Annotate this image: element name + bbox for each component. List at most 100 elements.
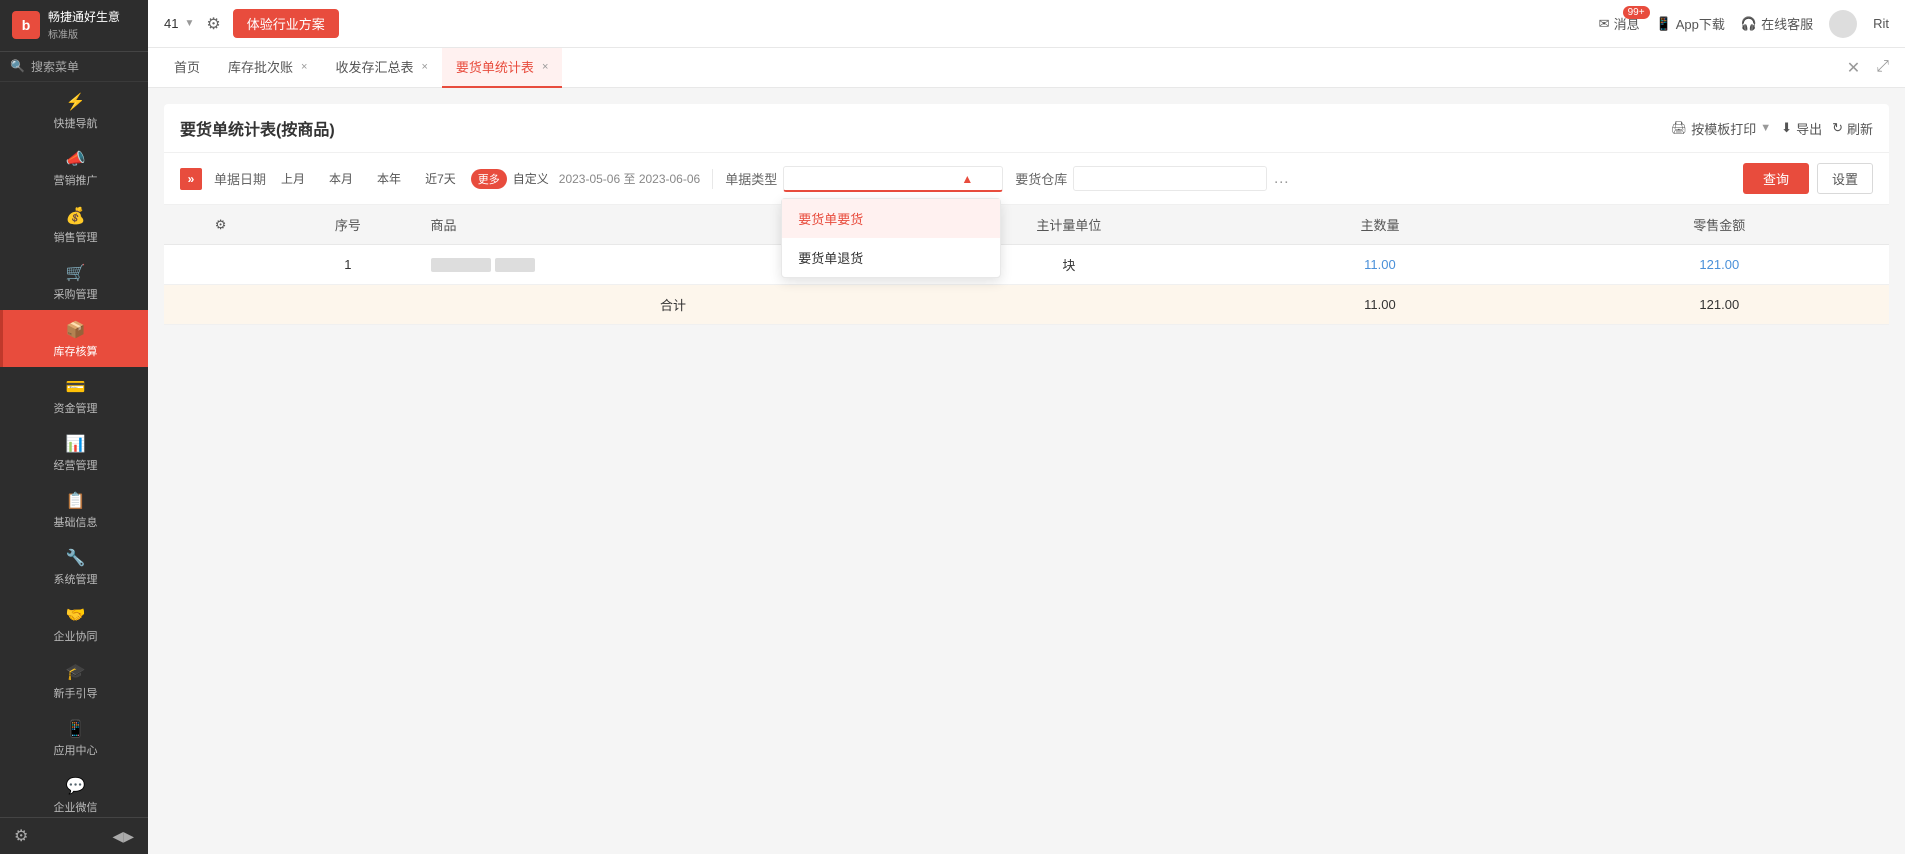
tab-receive-summary-close[interactable]: × [421,61,427,73]
date-custom-btn[interactable]: 自定义 [513,170,549,187]
sidebar-item-label: 企业协同 [54,628,98,644]
sidebar-item-operations[interactable]: 📊 经营管理 [0,424,148,481]
date-this-month-btn[interactable]: 本月 [320,167,362,190]
sidebar-item-enterprise[interactable]: 🤝 企业协同 [0,595,148,652]
sidebar-item-inventory[interactable]: 📦 库存核算 [0,310,148,367]
summary-amount: 121.00 [1550,285,1889,325]
expand-tab-btn[interactable]: ⤢ [1872,54,1893,82]
tab-receive-summary[interactable]: 收发存汇总表 × [321,48,441,88]
tab-home-label: 首页 [174,57,200,76]
settings-icon[interactable]: ⚙ [14,826,28,846]
summary-settings [164,285,277,325]
summary-quantity: 11.00 [1210,285,1549,325]
header-left: 41 ▼ ⚙ 体验行业方案 [164,9,339,38]
filter-date-group: 单据日期 上月 本月 本年 近7天 更多 自定义 2023-05-06 至 20… [214,167,700,190]
online-service-btn[interactable]: 🎧 在线客服 [1741,14,1813,33]
filter-bar: » 单据日期 上月 本月 本年 近7天 更多 自定义 2023-05-06 至 … [164,153,1889,205]
filter-type-group: 单据类型 ▲ 要货单要货 要货单退货 [725,166,1003,192]
sidebar-item-basic-info[interactable]: 📋 基础信息 [0,481,148,538]
header-gear-icon[interactable]: ⚙ [206,14,220,34]
top-header: 41 ▼ ⚙ 体验行业方案 ✉ 消息 99+ 📱 App下载 🎧 在线客服 Ri… [148,0,1905,48]
sidebar-item-purchase[interactable]: 🛒 采购管理 [0,253,148,310]
date-this-year-btn[interactable]: 本年 [368,167,410,190]
date-more-btn[interactable]: 更多 [471,169,507,189]
col-qty: 主数量 [1210,205,1549,245]
type-filter-chevron-icon: ▲ [961,172,973,186]
message-icon: ✉ [1599,16,1610,32]
sidebar-item-guide[interactable]: 🎓 新手引导 [0,652,148,709]
page-content: 要货单统计表(按商品) 🖨 按模板打印 ▼ ⬇ 导出 ↻ 刷新 [148,88,1905,854]
basic-info-icon: 📋 [66,491,86,511]
print-btn[interactable]: 🖨 按模板打印 ▼ [1671,119,1771,138]
sidebar-item-quick-nav[interactable]: ⚡ 快捷导航 [0,82,148,139]
warehouse-filter-input[interactable] [1073,166,1267,191]
collapse-btn[interactable]: ◀▶ [112,828,134,845]
quantity-link[interactable]: 11.00 [1364,257,1396,272]
summary-row: 合计 11.00 121.00 [164,285,1889,325]
sidebar-item-label: 销售管理 [54,229,98,245]
workspace-selector[interactable]: 41 ▼ [164,16,194,31]
print-chevron-icon: ▼ [1760,122,1771,134]
download-icon: 📱 [1656,16,1672,32]
date-last-7-btn[interactable]: 近7天 [416,167,465,190]
table-row: 1 块 11.00 [164,245,1889,285]
amount-link[interactable]: 121.00 [1699,257,1739,272]
finance-icon: 💳 [66,377,86,397]
type-filter-label: 单据类型 [725,169,777,188]
sidebar-item-finance[interactable]: 💳 资金管理 [0,367,148,424]
online-service-label: 在线客服 [1761,14,1813,33]
close-all-tabs-btn[interactable]: ✕ [1843,54,1864,82]
sidebar-item-system[interactable]: 🔧 系统管理 [0,538,148,595]
print-icon: 🖨 [1671,120,1688,136]
tab-home[interactable]: 首页 [160,48,214,88]
col-settings: ⚙ [164,205,277,245]
page-card: 要货单统计表(按商品) 🖨 按模板打印 ▼ ⬇ 导出 ↻ 刷新 [164,104,1889,325]
messages-badge: 99+ [1623,6,1650,19]
sidebar-item-app-center[interactable]: 📱 应用中心 [0,709,148,766]
sidebar-item-sales[interactable]: 💰 销售管理 [0,196,148,253]
dropdown-item-return-goods[interactable]: 要货单退货 [782,238,1000,277]
sidebar-item-wechat[interactable]: 💬 企业微信 [0,766,148,817]
query-button[interactable]: 查询 [1743,163,1809,194]
search-menu[interactable]: 🔍 搜索菜单 [0,52,148,82]
app-center-icon: 📱 [66,719,86,739]
sidebar-item-label: 系统管理 [54,571,98,587]
date-filter-label: 单据日期 [214,169,266,188]
tab-batch-account-close[interactable]: × [301,61,307,73]
refresh-btn[interactable]: ↻ 刷新 [1832,119,1873,138]
trial-button[interactable]: 体验行业方案 [233,9,339,38]
tab-batch-account[interactable]: 库存批次账 × [214,48,321,88]
messages-btn[interactable]: ✉ 消息 99+ [1599,14,1640,33]
sidebar-item-marketing[interactable]: 📣 营销推广 [0,139,148,196]
tab-bar: 首页 库存批次账 × 收发存汇总表 × 要货单统计表 × ✕ ⤢ [148,48,1905,88]
service-icon: 🎧 [1741,16,1757,32]
quick-nav-icon: ⚡ [66,92,86,112]
goods-bar-1 [431,258,491,272]
export-label: 导出 [1796,119,1822,138]
warehouse-more-icon[interactable]: … [1273,170,1289,188]
logo-icon: b [12,11,40,39]
filter-expand-btn[interactable]: » [180,168,202,190]
brand-name: 畅捷通好生意 [48,10,120,26]
app-download-label: App下载 [1676,14,1725,33]
user-avatar[interactable] [1829,10,1857,38]
row-settings [164,245,277,285]
settings-button[interactable]: 设置 [1817,163,1873,194]
export-btn[interactable]: ⬇ 导出 [1781,119,1822,138]
tab-order-stats[interactable]: 要货单统计表 × [442,48,562,88]
filter-divider-1 [712,169,713,189]
row-amount: 121.00 [1550,245,1889,285]
dropdown-item-order-goods[interactable]: 要货单要货 [782,199,1000,238]
refresh-label: 刷新 [1847,119,1873,138]
tab-receive-summary-label: 收发存汇总表 [335,57,413,76]
sidebar: b 畅捷通好生意 标准版 🔍 搜索菜单 ⚡ 快捷导航 📣 营销推广 💰 销售管理… [0,0,148,854]
tab-order-stats-close[interactable]: × [542,61,548,73]
enterprise-icon: 🤝 [66,605,86,625]
app-logo: b 畅捷通好生意 标准版 [0,0,148,52]
workspace-id: 41 [164,16,178,31]
app-download-btn[interactable]: 📱 App下载 [1656,14,1725,33]
inventory-icon: 📦 [66,320,86,340]
table-settings-icon[interactable]: ⚙ [215,217,227,232]
date-last-month-btn[interactable]: 上月 [272,167,314,190]
search-icon: 🔍 [10,59,25,73]
